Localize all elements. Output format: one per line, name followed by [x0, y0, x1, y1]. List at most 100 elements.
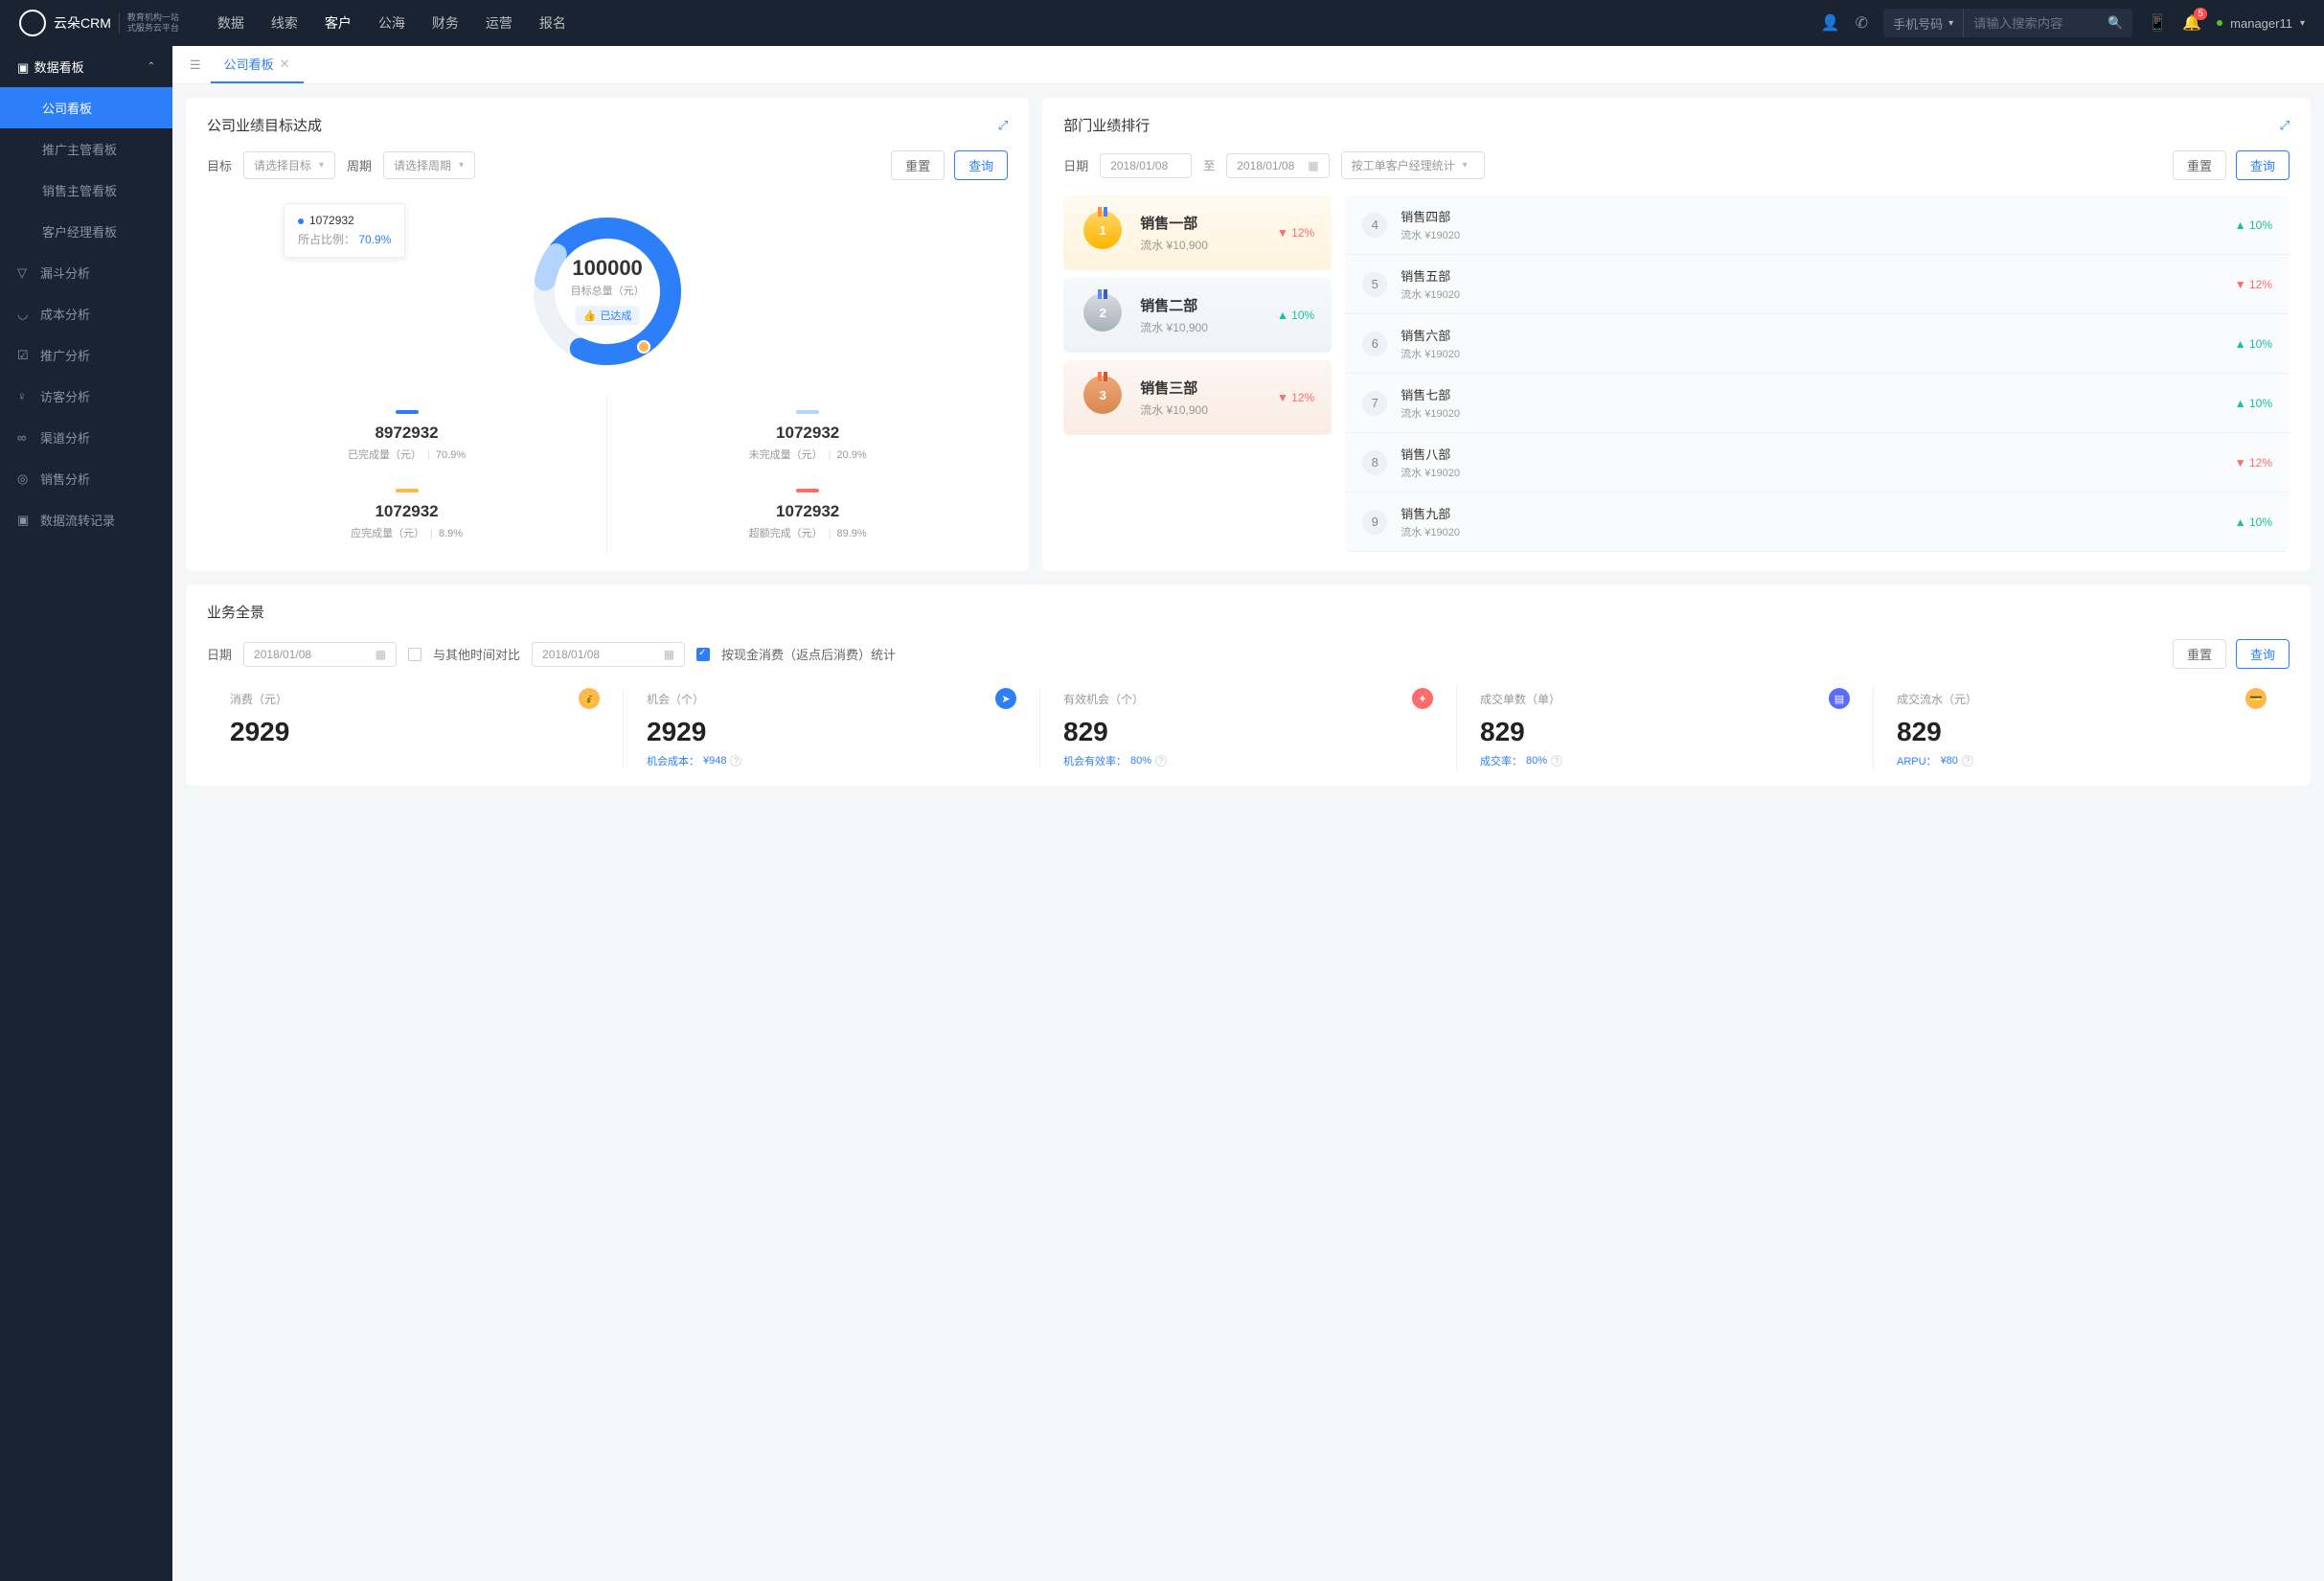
nav-item[interactable]: 财务	[432, 13, 459, 33]
sidebar-item[interactable]: 推广主管看板	[0, 128, 172, 170]
sidebar-item[interactable]: ◎销售分析	[0, 458, 172, 499]
nav-item[interactable]: 线索	[271, 13, 298, 33]
donut-chart: 1072932 所占比例： 70.9%	[207, 195, 1008, 397]
expand-icon[interactable]: ⤢	[998, 118, 1008, 133]
rank-card[interactable]: 3销售三部流水 ¥10,900▼ 12%	[1063, 360, 1332, 435]
query-button[interactable]: 查询	[2236, 150, 2290, 180]
logo: 云朵CRM 教育机构一站 式服务云平台	[19, 10, 179, 36]
help-icon[interactable]: ?	[1551, 755, 1562, 767]
nav-icon: ▣	[17, 513, 31, 528]
tab-bar: ☰ 公司看板 ✕	[172, 46, 2324, 84]
rank-item[interactable]: 9销售九部流水 ¥19020▲ 10%	[1345, 493, 2290, 552]
phone-icon[interactable]: ✆	[1856, 13, 1868, 33]
rank-list: 4销售四部流水 ¥19020▲ 10%5销售五部流水 ¥19020▼ 12%6销…	[1345, 195, 2290, 552]
nav-icon: ◡	[17, 307, 31, 322]
app-header: 云朵CRM 教育机构一站 式服务云平台 数据 线索 客户 公海 财务 运营 报名 👤 ✆ 手…	[0, 0, 2324, 46]
date-input-1[interactable]: 2018/01/08▦	[243, 642, 397, 667]
business-overview-panel: 业务全景 日期 2018/01/08▦ 与其他时间对比 2018/01/08▦ …	[186, 584, 2311, 786]
compare-checkbox[interactable]	[408, 648, 422, 661]
label-period: 周期	[347, 156, 372, 174]
reset-button[interactable]: 重置	[891, 150, 945, 180]
rank-top3: 1销售一部流水 ¥10,900▼ 12% 2销售二部流水 ¥10,900▲ 10%…	[1063, 195, 1332, 552]
sidebar-item[interactable]: ♀访客分析	[0, 376, 172, 417]
cash-label: 按现金消费（返点后消费）统计	[721, 645, 896, 663]
sidebar-item[interactable]: ◡成本分析	[0, 293, 172, 334]
kpi-card: 机会（个）➤2929机会成本：¥948?	[624, 688, 1040, 768]
bell-icon[interactable]: 🔔5	[2182, 13, 2201, 33]
mobile-icon[interactable]: 📱	[2148, 13, 2167, 33]
reset-button[interactable]: 重置	[2173, 150, 2226, 180]
select-target[interactable]: 请选择目标▾	[243, 151, 335, 179]
kpi-card: 消费（元）💰2929	[207, 688, 624, 768]
dept-ranking-panel: 部门业绩排行 ⤢ 日期 2018/01/08 至 2018/01/08▦ 按工单…	[1042, 98, 2311, 571]
status-dot-icon	[2217, 20, 2222, 26]
logo-icon	[19, 10, 46, 36]
nav-item[interactable]: 运营	[486, 13, 513, 33]
expand-icon[interactable]: ⤢	[2280, 118, 2290, 133]
nav-item[interactable]: 数据	[217, 13, 244, 33]
sidebar-item[interactable]: ▣ 数据看板⌃	[0, 46, 172, 87]
rank-item[interactable]: 4销售四部流水 ¥19020▲ 10%	[1345, 195, 2290, 255]
chevron-down-icon: ▾	[2300, 18, 2305, 29]
notif-badge: 5	[2194, 8, 2207, 20]
sidebar-item[interactable]: ▽漏斗分析	[0, 252, 172, 293]
nav-icon: ♀	[17, 389, 31, 403]
main: ☰ 公司看板 ✕ 公司业绩目标达成 ⤢ 目标 请选择目标▾	[172, 46, 2324, 1581]
stat-item: 1072932应完成量（元）|8.9%	[207, 475, 607, 554]
rank-card[interactable]: 2销售二部流水 ¥10,900▲ 10%	[1063, 278, 1332, 353]
rank-item[interactable]: 8销售八部流水 ¥19020▼ 12%	[1345, 433, 2290, 493]
nav-item[interactable]: 公海	[378, 13, 405, 33]
compare-label: 与其他时间对比	[433, 645, 520, 663]
tab-company-board[interactable]: 公司看板 ✕	[211, 46, 304, 83]
nav-icon: ▽	[17, 265, 31, 281]
sidebar-item[interactable]: 公司看板	[0, 87, 172, 128]
sidebar-item[interactable]: ▣数据流转记录	[0, 499, 172, 540]
donut-value: 100000	[571, 256, 645, 281]
search-type-select[interactable]: 手机号码▾	[1883, 9, 1964, 37]
kpi-card: 有效机会（个）✦829机会有效率：80%?	[1040, 688, 1457, 768]
help-icon[interactable]: ?	[1155, 755, 1167, 767]
kpi-icon: 💰	[579, 688, 600, 709]
nav-icon: ◎	[17, 471, 31, 487]
nav-item[interactable]: 客户	[325, 13, 352, 33]
query-button[interactable]: 查询	[2236, 639, 2290, 669]
sidebar-item[interactable]: 客户经理看板	[0, 211, 172, 252]
chevron-down-icon: ▾	[1463, 160, 1468, 171]
search-input[interactable]	[1964, 16, 2098, 31]
logo-text: 云朵CRM	[54, 13, 111, 33]
stat-item: 1072932超额完成（元）|89.9%	[607, 475, 1008, 554]
chevron-down-icon: ▾	[1948, 18, 1953, 29]
help-icon[interactable]: ?	[730, 755, 741, 767]
rank-item[interactable]: 6销售六部流水 ¥19020▲ 10%	[1345, 314, 2290, 374]
nav-item[interactable]: 报名	[539, 13, 566, 33]
cash-checkbox[interactable]	[696, 648, 710, 661]
rank-card[interactable]: 1销售一部流水 ¥10,900▼ 12%	[1063, 195, 1332, 270]
date-input-2[interactable]: 2018/01/08▦	[532, 642, 685, 667]
hamburger-icon[interactable]: ☰	[180, 57, 211, 73]
select-period[interactable]: 请选择周期▾	[383, 151, 475, 179]
user-icon[interactable]: 👤	[1821, 13, 1840, 33]
reset-button[interactable]: 重置	[2173, 639, 2226, 669]
username: manager11	[2230, 16, 2292, 31]
top-nav: 数据 线索 客户 公海 财务 运营 报名	[217, 13, 566, 33]
user-menu[interactable]: manager11 ▾	[2217, 16, 2305, 31]
sidebar-item[interactable]: ∞渠道分析	[0, 417, 172, 458]
logo-subtitle: 教育机构一站 式服务云平台	[119, 12, 179, 34]
query-button[interactable]: 查询	[954, 150, 1008, 180]
date-from[interactable]: 2018/01/08	[1100, 153, 1192, 178]
nav-icon: ∞	[17, 430, 31, 445]
help-icon[interactable]: ?	[1962, 755, 1973, 767]
close-icon[interactable]: ✕	[280, 57, 290, 72]
stats-grid: 8972932已完成量（元）|70.9%1072932未完成量（元）|20.9%…	[207, 397, 1008, 554]
date-to[interactable]: 2018/01/08▦	[1226, 153, 1329, 178]
rank-item[interactable]: 7销售七部流水 ¥19020▲ 10%	[1345, 374, 2290, 433]
stat-method-select[interactable]: 按工单客户经理统计▾	[1341, 151, 1485, 179]
search-icon[interactable]: 🔍	[2098, 15, 2132, 31]
sidebar-item[interactable]: ☑推广分析	[0, 334, 172, 376]
donut-label: 目标总量（元）	[571, 283, 645, 298]
label-target: 目标	[207, 156, 232, 174]
panel-title: 业务全景	[207, 602, 2290, 622]
thumbs-up-icon: 👍	[583, 309, 597, 322]
sidebar-item[interactable]: 销售主管看板	[0, 170, 172, 211]
rank-item[interactable]: 5销售五部流水 ¥19020▼ 12%	[1345, 255, 2290, 314]
